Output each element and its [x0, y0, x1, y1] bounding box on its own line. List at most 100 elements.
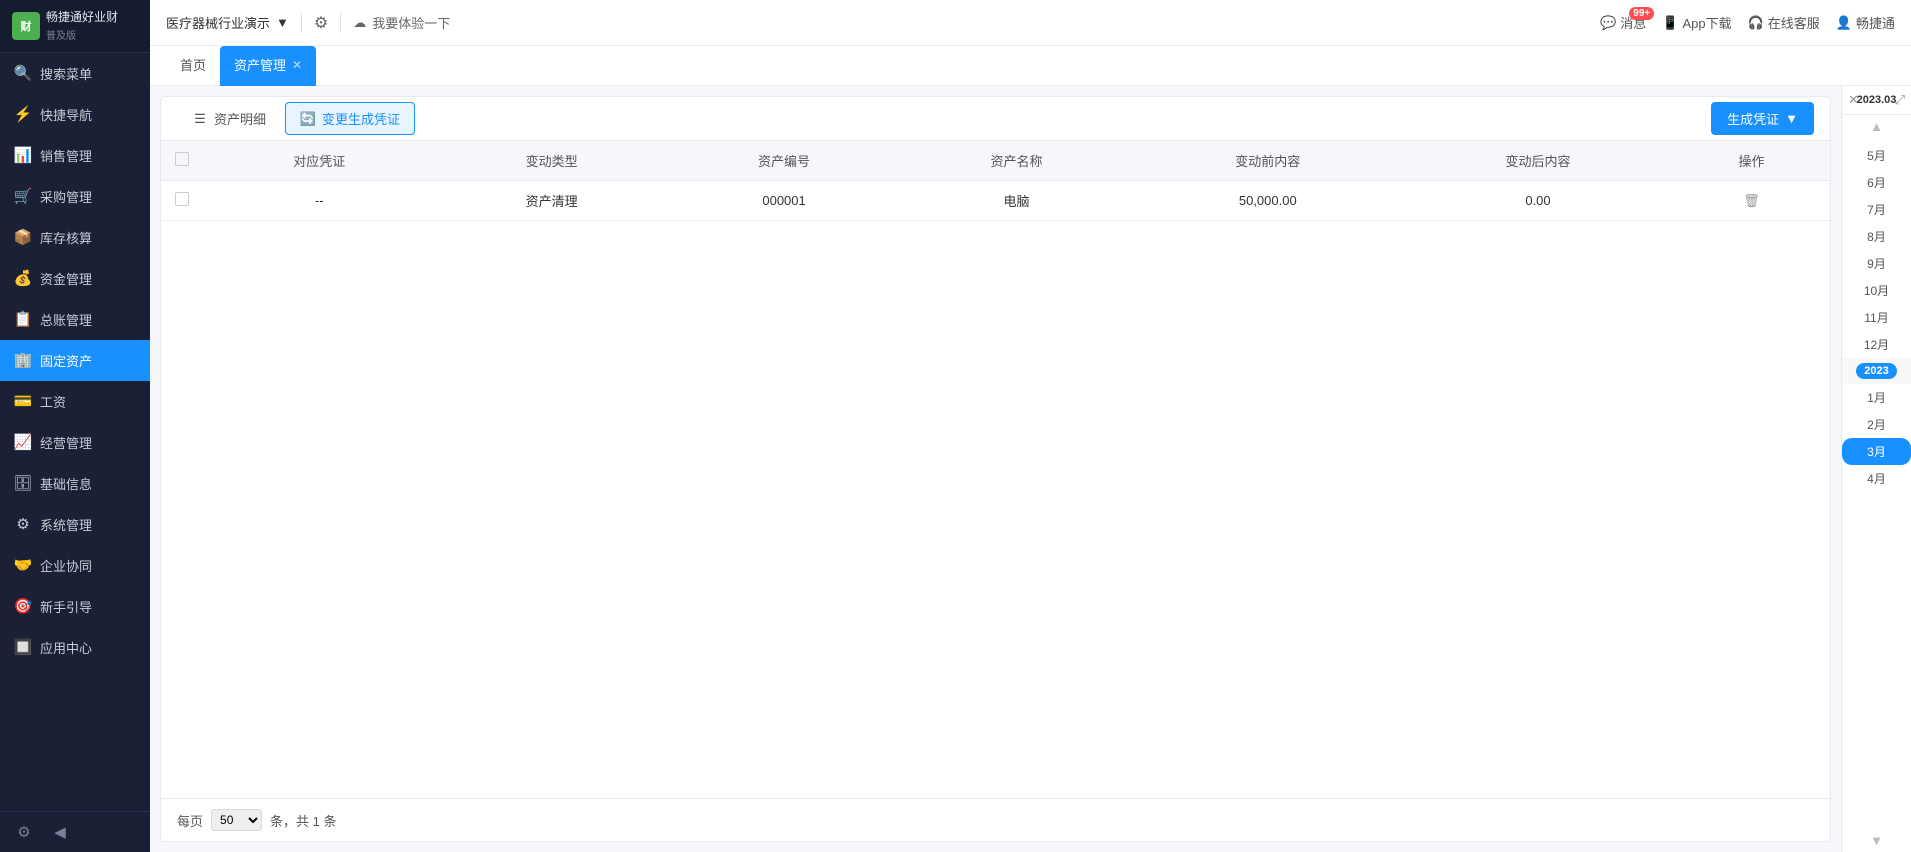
col-asset-code: 资产编号 [668, 141, 900, 181]
delete-icon[interactable]: 🗑 [1743, 193, 1760, 208]
purchase-icon: 🛒 [14, 187, 32, 205]
cell-after-content: 0.00 [1403, 181, 1673, 221]
app-icon: 📱 [1662, 15, 1678, 31]
period-month-6[interactable]: 6月 [1842, 169, 1911, 196]
guide-icon: 🎯 [14, 597, 32, 615]
row-checkbox-cell[interactable] [161, 181, 203, 221]
period-month-5[interactable]: 5月 [1842, 142, 1911, 169]
tab-close-icon[interactable]: ✕ [292, 58, 302, 72]
page-size-prefix-label: 每页 [177, 811, 203, 830]
period-month-3-current[interactable]: 3月 [1842, 438, 1911, 465]
online-service-button[interactable]: 🎧 在线客服 [1748, 13, 1820, 32]
topbar-divider2 [340, 13, 341, 33]
cell-before-content: 50,000.00 [1133, 181, 1403, 221]
topbar: 医疗器械行业演示 ▼ ⚙ ☁ 我要体验一下 💬 消息 99+ 📱 App下载 🎧… [150, 0, 1911, 46]
sidebar-item-management[interactable]: 📈 经营管理 [0, 422, 150, 463]
down-arrow-icon: ▼ [1870, 833, 1883, 848]
period-nav-down[interactable]: ▼ [1842, 829, 1911, 852]
table-wrapper: 对应凭证 变动类型 资产编号 资产名称 变动前内容 变动后内容 操作 [161, 141, 1830, 798]
sidebar-logo: 财 畅捷通好业财 普及版 [0, 0, 150, 53]
service-icon: 🎧 [1748, 15, 1764, 31]
period-expand-btn[interactable]: ⤢ [1895, 92, 1905, 108]
sidebar: 财 畅捷通好业财 普及版 🔍 搜索菜单 ⚡ 快捷导航 📊 销售管理 🛒 采购管理… [0, 0, 150, 852]
messages-button[interactable]: 💬 消息 99+ [1600, 13, 1646, 32]
period-nav-up[interactable]: ▲ [1842, 115, 1911, 138]
period-month-4[interactable]: 4月 [1842, 465, 1911, 492]
sidebar-item-funds[interactable]: 💰 资金管理 [0, 258, 150, 299]
tab-home[interactable]: 首页 [166, 46, 220, 86]
cell-operation[interactable]: 🗑 [1673, 181, 1830, 221]
period-close-btn[interactable]: ✕ [1848, 92, 1859, 108]
sidebar-item-sales[interactable]: 📊 销售管理 [0, 135, 150, 176]
avatar-icon: 👤 [1836, 15, 1852, 31]
company-dropdown-icon: ▼ [276, 15, 289, 30]
sidebar-item-inventory-label: 库存核算 [40, 228, 92, 247]
gear-button[interactable]: ⚙ [314, 13, 328, 33]
up-arrow-icon: ▲ [1870, 119, 1883, 134]
sidebar-item-search[interactable]: 🔍 搜索菜单 [0, 53, 150, 94]
app-download-label: App下载 [1682, 13, 1731, 32]
app-edition: 普及版 [46, 27, 118, 42]
subtab-asset-detail[interactable]: ☰ 资产明细 [177, 102, 281, 135]
sidebar-item-salary-label: 工资 [40, 392, 66, 411]
sidebar-item-ledger[interactable]: 📋 总账管理 [0, 299, 150, 340]
period-year-2023[interactable]: 2023 [1842, 358, 1911, 384]
col-change-type: 变动类型 [435, 141, 667, 181]
page-size-select[interactable]: 50 10 20 100 [211, 809, 262, 831]
company-selector[interactable]: 医疗器械行业演示 ▼ [166, 13, 289, 32]
table-header-checkbox[interactable] [161, 141, 203, 181]
row-checkbox[interactable] [175, 192, 189, 206]
period-month-10[interactable]: 10月 [1842, 277, 1911, 304]
col-before-content: 变动前内容 [1133, 141, 1403, 181]
subtab-generate-voucher-label: 变更生成凭证 [322, 109, 400, 128]
sidebar-item-management-label: 经营管理 [40, 433, 92, 452]
sidebar-item-guide[interactable]: 🎯 新手引导 [0, 586, 150, 627]
total-label: 条，共 1 条 [270, 811, 336, 830]
select-all-checkbox[interactable] [175, 152, 189, 166]
ledger-icon: 📋 [14, 310, 32, 328]
period-month-1[interactable]: 1月 [1842, 384, 1911, 411]
sidebar-item-salary[interactable]: 💳 工资 [0, 381, 150, 422]
sidebar-item-search-label: 搜索菜单 [40, 64, 92, 83]
app-logo-icon: 财 [12, 12, 40, 40]
tab-home-label: 首页 [180, 55, 206, 74]
sidebar-item-fixed-assets[interactable]: 🏢 固定资产 [0, 340, 150, 381]
period-month-12[interactable]: 12月 [1842, 331, 1911, 358]
company-name: 医疗器械行业演示 [166, 13, 270, 32]
sidebar-item-purchase[interactable]: 🛒 采购管理 [0, 176, 150, 217]
sidebar-item-quicknav[interactable]: ⚡ 快捷导航 [0, 94, 150, 135]
experience-link[interactable]: ☁ 我要体验一下 [353, 13, 450, 32]
online-service-label: 在线客服 [1768, 13, 1820, 32]
period-month-8[interactable]: 8月 [1842, 223, 1911, 250]
subtab-generate-voucher[interactable]: 🔄 变更生成凭证 [285, 102, 415, 135]
sidebar-item-basic-info[interactable]: 🗄 基础信息 [0, 463, 150, 504]
period-month-11[interactable]: 11月 [1842, 304, 1911, 331]
sidebar-item-fixed-assets-label: 固定资产 [40, 351, 92, 370]
table-row: -- 资产清理 000001 电脑 50,000.00 0.00 🗑 [161, 181, 1830, 221]
sidebar-item-purchase-label: 采购管理 [40, 187, 92, 206]
collapse-icon[interactable]: ◀ [50, 822, 70, 842]
period-month-7[interactable]: 7月 [1842, 196, 1911, 223]
app-download-button[interactable]: 📱 App下载 [1662, 13, 1731, 32]
tab-asset-management-label: 资产管理 [234, 55, 286, 74]
experience-label: 我要体验一下 [372, 13, 450, 32]
generate-voucher-button[interactable]: 生成凭证 ▼ [1711, 102, 1814, 135]
cloud-icon: ☁ [353, 15, 366, 31]
app-logo-text: 畅捷通好业财 普及版 [46, 10, 118, 42]
period-list: 5月 6月 7月 8月 9月 10月 11月 12月 2023 1月 2月 3月… [1842, 138, 1911, 829]
collab-icon: 🤝 [14, 556, 32, 574]
settings-bottom-icon[interactable]: ⚙ [14, 822, 34, 842]
sidebar-item-inventory[interactable]: 📦 库存核算 [0, 217, 150, 258]
period-month-2[interactable]: 2月 [1842, 411, 1911, 438]
sidebar-item-collab[interactable]: 🤝 企业协同 [0, 545, 150, 586]
content-panel: ☰ 资产明细 🔄 变更生成凭证 生成凭证 ▼ [160, 96, 1831, 842]
col-operation: 操作 [1673, 141, 1830, 181]
tab-asset-management[interactable]: 资产管理 ✕ [220, 46, 316, 86]
sidebar-item-sales-label: 销售管理 [40, 146, 92, 165]
user-avatar[interactable]: 👤 畅捷通 [1836, 13, 1895, 32]
main-area: 医疗器械行业演示 ▼ ⚙ ☁ 我要体验一下 💬 消息 99+ 📱 App下载 🎧… [150, 0, 1911, 852]
period-month-9[interactable]: 9月 [1842, 250, 1911, 277]
data-table: 对应凭证 变动类型 资产编号 资产名称 变动前内容 变动后内容 操作 [161, 141, 1830, 221]
sidebar-item-system[interactable]: ⚙ 系统管理 [0, 504, 150, 545]
sidebar-item-appcenter[interactable]: 🔲 应用中心 [0, 627, 150, 668]
